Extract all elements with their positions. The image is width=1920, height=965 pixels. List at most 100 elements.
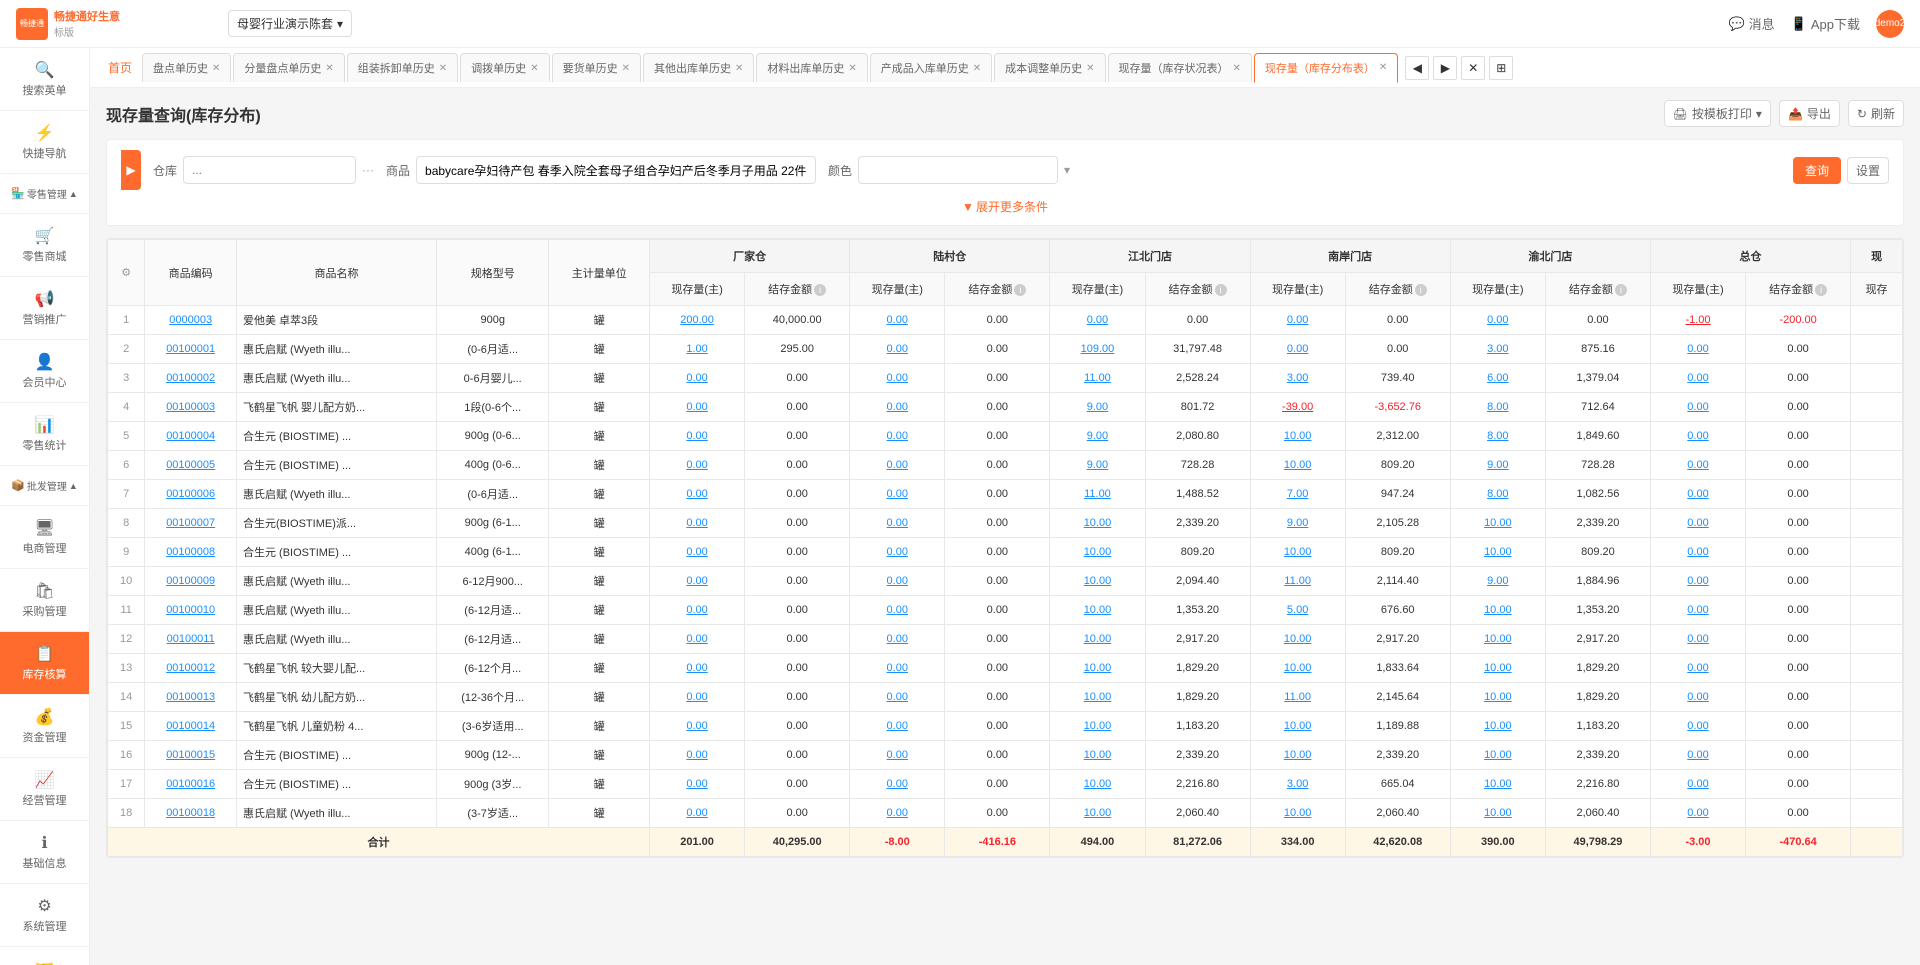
row-jb-stock[interactable]: 109.00 <box>1050 335 1145 364</box>
tab-close-4[interactable]: ✕ <box>530 63 538 74</box>
row-luj-stock[interactable]: 0.00 <box>850 741 945 770</box>
row-code[interactable]: 00100008 <box>145 538 237 567</box>
row-fac-stock[interactable]: 200.00 <box>650 306 745 335</box>
row-luj-stock[interactable]: 0.00 <box>850 683 945 712</box>
row-tot-stock[interactable]: 0.00 <box>1650 538 1745 567</box>
row-luj-stock[interactable]: 0.00 <box>850 770 945 799</box>
user-profile[interactable]: demo2 <box>1876 10 1904 38</box>
row-jb-stock[interactable]: 9.00 <box>1050 451 1145 480</box>
export-btn[interactable]: 📤 导出 <box>1779 100 1840 127</box>
row-tot-stock[interactable]: 0.00 <box>1650 364 1745 393</box>
row-fac-stock[interactable]: 0.00 <box>650 364 745 393</box>
row-jb-stock[interactable]: 10.00 <box>1050 683 1145 712</box>
tab-close-7[interactable]: ✕ <box>848 63 856 74</box>
row-jb-stock[interactable]: 10.00 <box>1050 625 1145 654</box>
row-jb-stock[interactable]: 10.00 <box>1050 741 1145 770</box>
row-fac-stock[interactable]: 0.00 <box>650 712 745 741</box>
row-zb-stock[interactable]: 10.00 <box>1450 799 1545 828</box>
row-ng-stock[interactable]: 10.00 <box>1250 538 1345 567</box>
row-code[interactable]: 00100015 <box>145 741 237 770</box>
tot-amount-info[interactable]: i <box>1815 284 1827 296</box>
row-code[interactable]: 00100007 <box>145 509 237 538</box>
row-tot-stock[interactable]: 0.00 <box>1650 770 1745 799</box>
row-zb-stock[interactable]: 8.00 <box>1450 480 1545 509</box>
sidebar-item-finance[interactable]: 💰 资金管理 <box>0 695 89 758</box>
row-jb-stock[interactable]: 10.00 <box>1050 509 1145 538</box>
row-fac-stock[interactable]: 0.00 <box>650 451 745 480</box>
row-code[interactable]: 00100005 <box>145 451 237 480</box>
row-tot-stock[interactable]: 0.00 <box>1650 596 1745 625</box>
tab-close-all-btn[interactable]: ✕ <box>1461 56 1485 80</box>
sidebar-item-mall[interactable]: 🛒 零售商城 <box>0 214 89 277</box>
row-code[interactable]: 00100011 <box>145 625 237 654</box>
industry-select[interactable]: 母婴行业演示陈套 ▾ <box>228 10 352 37</box>
row-fac-stock[interactable]: 0.00 <box>650 683 745 712</box>
tab-inventory-check[interactable]: 盘点单历史 ✕ <box>142 53 231 82</box>
sidebar-item-basic[interactable]: ℹ 基础信息 <box>0 821 89 884</box>
sidebar-item-inventory[interactable]: 📋 库存核算 <box>0 632 89 695</box>
row-tot-stock[interactable]: 0.00 <box>1650 480 1745 509</box>
tab-stock-dist[interactable]: 现存量（库存分布表） ✕ <box>1254 53 1398 83</box>
row-fac-stock[interactable]: 0.00 <box>650 654 745 683</box>
row-ng-stock[interactable]: 10.00 <box>1250 451 1345 480</box>
luj-amount-info[interactable]: i <box>1014 284 1026 296</box>
row-zb-stock[interactable]: 10.00 <box>1450 712 1545 741</box>
warehouse-input[interactable] <box>183 156 356 184</box>
row-code[interactable]: 00100016 <box>145 770 237 799</box>
row-luj-stock[interactable]: 0.00 <box>850 364 945 393</box>
row-luj-stock[interactable]: 0.00 <box>850 393 945 422</box>
color-dropdown-icon[interactable]: ▾ <box>1064 163 1070 177</box>
tab-close-2[interactable]: ✕ <box>325 63 333 74</box>
sidebar-item-marketing[interactable]: 📢 营销推广 <box>0 277 89 340</box>
row-jb-stock[interactable]: 11.00 <box>1050 364 1145 393</box>
row-ng-stock[interactable]: 10.00 <box>1250 741 1345 770</box>
row-code[interactable]: 00100009 <box>145 567 237 596</box>
zb-amount-info[interactable]: i <box>1615 284 1627 296</box>
row-ng-stock[interactable]: -39.00 <box>1250 393 1345 422</box>
row-zb-stock[interactable]: 10.00 <box>1450 654 1545 683</box>
sidebar-item-purchase[interactable]: 🛍 采购管理 <box>0 569 89 632</box>
tab-home[interactable]: 首页 <box>98 53 142 82</box>
row-luj-stock[interactable]: 0.00 <box>850 654 945 683</box>
refresh-btn[interactable]: ↻ 刷新 <box>1848 100 1904 127</box>
row-ng-stock[interactable]: 7.00 <box>1250 480 1345 509</box>
row-jb-stock[interactable]: 10.00 <box>1050 770 1145 799</box>
row-tot-stock[interactable]: 0.00 <box>1650 393 1745 422</box>
row-tot-stock[interactable]: 0.00 <box>1650 741 1745 770</box>
sidebar-item-search[interactable]: 🔍 搜索英单 <box>0 48 89 111</box>
row-zb-stock[interactable]: 10.00 <box>1450 596 1545 625</box>
row-luj-stock[interactable]: 0.00 <box>850 625 945 654</box>
row-ng-stock[interactable]: 5.00 <box>1250 596 1345 625</box>
tab-close-3[interactable]: ✕ <box>439 63 447 74</box>
row-fac-stock[interactable]: 0.00 <box>650 741 745 770</box>
th-settings[interactable]: ⚙ <box>108 240 145 306</box>
sidebar-item-enterprise[interactable]: 🤝 企业协同 <box>0 947 89 965</box>
row-jb-stock[interactable]: 10.00 <box>1050 654 1145 683</box>
ng-amount-info[interactable]: i <box>1415 284 1427 296</box>
app-download-btn[interactable]: 📱 App下载 <box>1791 14 1860 33</box>
tab-product-inbound[interactable]: 产成品入库单历史 ✕ <box>870 53 992 82</box>
row-ng-stock[interactable]: 11.00 <box>1250 567 1345 596</box>
row-zb-stock[interactable]: 8.00 <box>1450 393 1545 422</box>
tab-close-1[interactable]: ✕ <box>212 63 220 74</box>
sidebar-item-wholesale[interactable]: 📦 批发管理 ▲ <box>0 466 89 506</box>
row-fac-stock[interactable]: 0.00 <box>650 393 745 422</box>
row-jb-stock[interactable]: 10.00 <box>1050 567 1145 596</box>
sidebar-item-nav[interactable]: ⚡ 快捷导航 <box>0 111 89 174</box>
row-fac-stock[interactable]: 0.00 <box>650 567 745 596</box>
row-luj-stock[interactable]: 0.00 <box>850 335 945 364</box>
tab-stock-status[interactable]: 现存量（库存状况表） ✕ <box>1108 53 1252 82</box>
query-btn[interactable]: 查询 <box>1793 157 1841 184</box>
row-jb-stock[interactable]: 9.00 <box>1050 393 1145 422</box>
row-tot-stock[interactable]: 0.00 <box>1650 683 1745 712</box>
row-ng-stock[interactable]: 11.00 <box>1250 683 1345 712</box>
row-zb-stock[interactable]: 10.00 <box>1450 741 1545 770</box>
row-code[interactable]: 00100004 <box>145 422 237 451</box>
row-fac-stock[interactable]: 0.00 <box>650 799 745 828</box>
row-tot-stock[interactable]: 0.00 <box>1650 625 1745 654</box>
tab-close-10[interactable]: ✕ <box>1233 63 1241 74</box>
row-tot-stock[interactable]: 0.00 <box>1650 422 1745 451</box>
row-fac-stock[interactable]: 1.00 <box>650 335 745 364</box>
row-luj-stock[interactable]: 0.00 <box>850 596 945 625</box>
row-tot-stock[interactable]: 0.00 <box>1650 654 1745 683</box>
